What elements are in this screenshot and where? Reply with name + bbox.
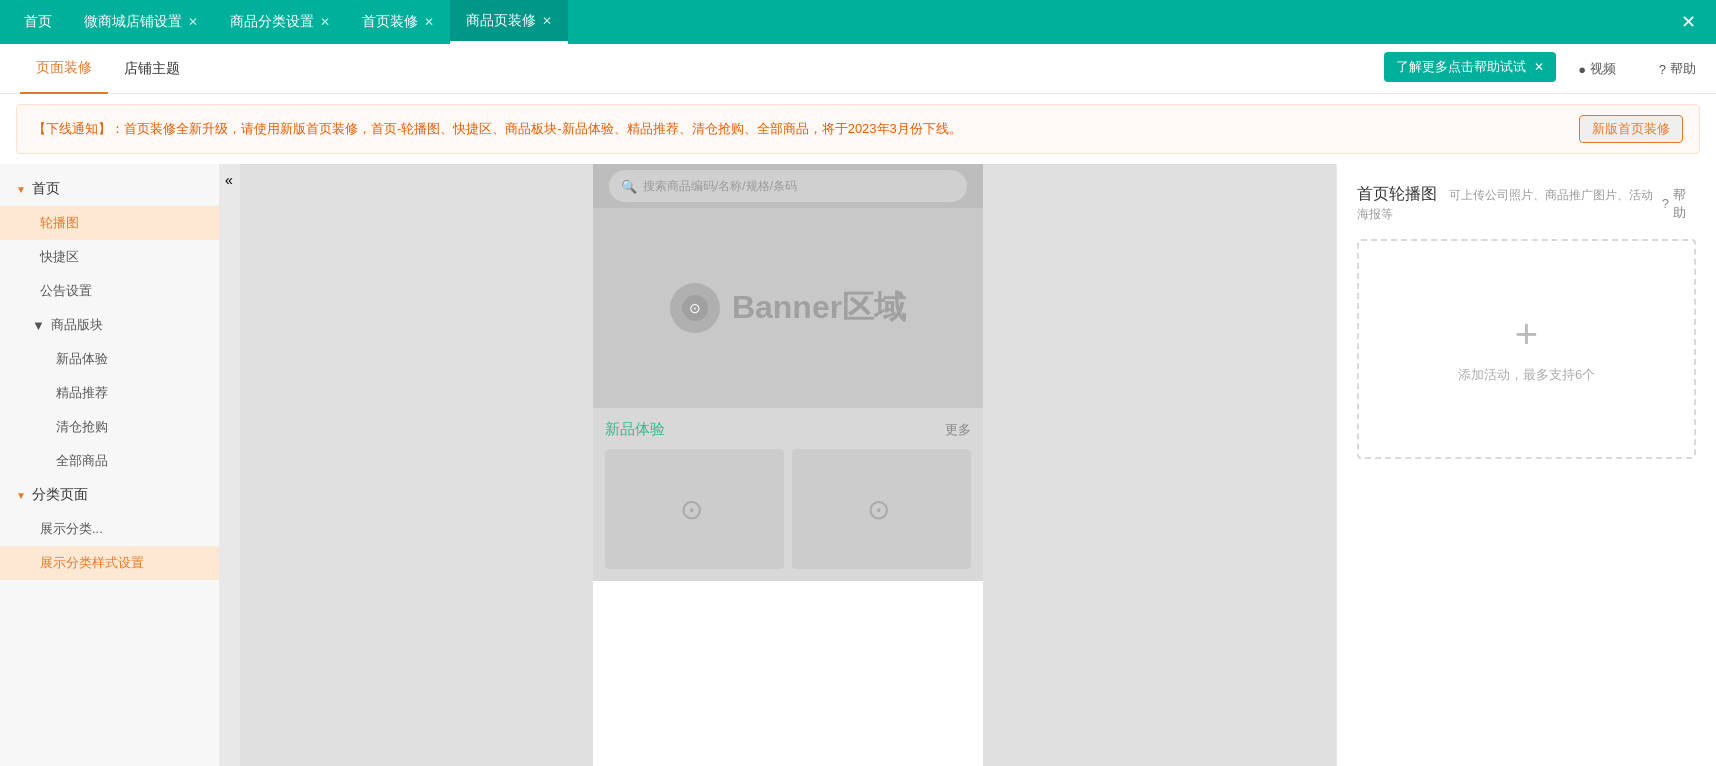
video-button[interactable]: ● 视频 xyxy=(1578,60,1616,78)
sidebar: ▼ 首页 轮播图 快捷区 公告设置 ▼ 商品版块 新品体验 xyxy=(0,164,240,766)
product-grid: ⊙ ⊙ xyxy=(605,449,971,569)
sidebar-item-category-style[interactable]: 展示分类样式设置 xyxy=(0,546,219,580)
help-icon: ? xyxy=(1659,62,1666,77)
tab-store-theme[interactable]: 店铺主题 xyxy=(108,44,196,94)
sidebar-section-category[interactable]: ▼ 分类页面 xyxy=(0,478,219,512)
sidebar-item-quick[interactable]: 快捷区 xyxy=(0,240,219,274)
preview-search-input[interactable]: 🔍 搜索商品编码/名称/规格/条码 xyxy=(609,170,967,202)
sidebar-section-home[interactable]: ▼ 首页 xyxy=(0,172,219,206)
panel-title: 首页轮播图 xyxy=(1357,185,1437,202)
product-section-header: 新品体验 更多 xyxy=(605,420,971,439)
main-container: 页面装修 店铺主题 了解更多点击帮助试试 ✕ ● 视频 ? 帮助 【下线通知】：… xyxy=(0,44,1716,766)
sidebar-collapse-button[interactable]: « xyxy=(219,164,239,766)
video-icon: ● xyxy=(1578,62,1586,77)
tab-home-decor[interactable]: 首页装修 ✕ xyxy=(346,0,450,44)
close-tab-home-decor[interactable]: ✕ xyxy=(424,15,434,29)
help-banner: 了解更多点击帮助试试 ✕ xyxy=(1384,52,1556,82)
upload-label: 添加活动，最多支持6个 xyxy=(1458,366,1595,384)
sidebar-item-clearance[interactable]: 清仓抢购 xyxy=(0,410,219,444)
banner-logo-icon: ⊙ xyxy=(670,283,720,333)
sidebar-item-banner[interactable]: 轮播图 xyxy=(0,206,219,240)
product-card-2: ⊙ xyxy=(792,449,971,569)
section-title: 新品体验 xyxy=(605,420,665,439)
tab-bar: 首页 微商城店铺设置 ✕ 商品分类设置 ✕ 首页装修 ✕ 商品页装修 ✕ ✕ xyxy=(0,0,1716,44)
preview-banner-area: ⊙ Banner区域 xyxy=(593,208,983,408)
search-icon: 🔍 xyxy=(621,179,637,194)
collapse-icon: « xyxy=(225,172,233,188)
help-banner-close[interactable]: ✕ xyxy=(1534,60,1544,74)
panel-help-button[interactable]: ? 帮助 xyxy=(1662,186,1696,222)
notice-text: 【下线通知】：首页装修全新升级，请使用新版首页装修，首页-轮播图、快捷区、商品板… xyxy=(33,120,1567,138)
tab-page-decor[interactable]: 页面装修 xyxy=(20,44,108,94)
banner-text: Banner区域 xyxy=(732,286,906,330)
help-button[interactable]: ? 帮助 xyxy=(1659,60,1696,78)
svg-text:⊙: ⊙ xyxy=(867,494,890,525)
global-close-button[interactable]: ✕ xyxy=(1669,11,1708,33)
tab-store-settings[interactable]: 微商城店铺设置 ✕ xyxy=(68,0,214,44)
secondary-tabs: 页面装修 店铺主题 了解更多点击帮助试试 ✕ ● 视频 ? 帮助 xyxy=(0,44,1716,94)
product-card-1: ⊙ xyxy=(605,449,784,569)
preview-banner-content: ⊙ Banner区域 xyxy=(670,283,906,333)
help-banner-text: 了解更多点击帮助试试 xyxy=(1396,58,1526,76)
sidebar-item-show-category[interactable]: 展示分类... xyxy=(0,512,219,546)
notice-bar: 【下线通知】：首页装修全新升级，请使用新版首页装修，首页-轮播图、快捷区、商品板… xyxy=(16,104,1700,154)
section-more[interactable]: 更多 xyxy=(945,421,971,439)
svg-text:⊙: ⊙ xyxy=(689,300,701,316)
arrow-icon: ▼ xyxy=(16,184,26,195)
sidebar-item-all-products[interactable]: 全部商品 xyxy=(0,444,219,478)
sidebar-item-featured[interactable]: 精品推荐 xyxy=(0,376,219,410)
close-tab-product-decor[interactable]: ✕ xyxy=(542,14,552,28)
sidebar-item-notice[interactable]: 公告设置 xyxy=(0,274,219,308)
svg-text:⊙: ⊙ xyxy=(680,494,703,525)
upload-plus-icon: + xyxy=(1515,314,1538,354)
close-tab-category[interactable]: ✕ xyxy=(320,15,330,29)
tab-category-settings[interactable]: 商品分类设置 ✕ xyxy=(214,0,346,44)
preview-search-bar: 🔍 搜索商品编码/名称/规格/条码 xyxy=(593,164,983,208)
content-area: ▼ 首页 轮播图 快捷区 公告设置 ▼ 商品版块 新品体验 xyxy=(0,164,1716,766)
sidebar-subsection-product-block[interactable]: ▼ 商品版块 xyxy=(0,308,219,342)
preview-area: 🔍 搜索商品编码/名称/规格/条码 ⊙ Banner区域 xyxy=(240,164,1336,766)
right-panel: 首页轮播图 可上传公司照片、商品推广图片、活动海报等 ? 帮助 + 添加活动，最… xyxy=(1336,164,1716,766)
sidebar-item-new-exp[interactable]: 新品体验 xyxy=(0,342,219,376)
tab-home[interactable]: 首页 xyxy=(8,0,68,44)
tab-product-decor[interactable]: 商品页装修 ✕ xyxy=(450,0,568,44)
panel-header: 首页轮播图 可上传公司照片、商品推广图片、活动海报等 ? 帮助 xyxy=(1357,184,1696,223)
panel-help-icon: ? xyxy=(1662,196,1669,211)
sub-arrow-icon: ▼ xyxy=(32,318,45,333)
new-homepage-decor-button[interactable]: 新版首页装修 xyxy=(1579,115,1683,143)
close-tab-store-settings[interactable]: ✕ xyxy=(188,15,198,29)
preview-product-section: 新品体验 更多 ⊙ ⊙ xyxy=(593,408,983,581)
phone-preview: 🔍 搜索商品编码/名称/规格/条码 ⊙ Banner区域 xyxy=(593,164,983,766)
upload-area[interactable]: + 添加活动，最多支持6个 xyxy=(1357,239,1696,459)
arrow-icon-2: ▼ xyxy=(16,490,26,501)
